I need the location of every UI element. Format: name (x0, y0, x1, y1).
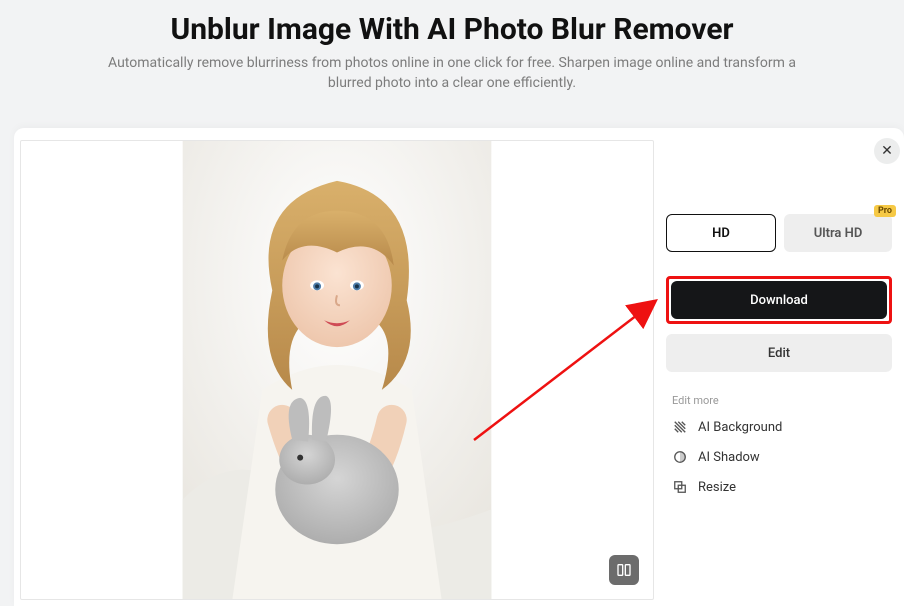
preview-image (182, 141, 492, 599)
compare-icon (616, 562, 632, 578)
quality-ultra-hd-button[interactable]: Ultra HD Pro (784, 214, 892, 252)
quality-hd-label: HD (712, 226, 730, 241)
download-label: Download (750, 293, 808, 308)
side-panel: HD Ultra HD Pro Download Edit Edit more (654, 128, 904, 606)
edit-button[interactable]: Edit (666, 334, 892, 372)
close-button[interactable]: ✕ (874, 138, 900, 164)
page-subtitle: Automatically remove blurriness from pho… (102, 53, 802, 94)
editor-modal: HD Ultra HD Pro Download Edit Edit more (14, 128, 904, 606)
resize-icon (672, 479, 688, 495)
quality-uhd-label: Ultra HD (814, 226, 863, 241)
tool-resize[interactable]: Resize (672, 479, 892, 495)
edit-label: Edit (768, 346, 790, 361)
close-icon: ✕ (881, 143, 893, 159)
preview-image-frame (20, 140, 654, 600)
preview-pane (20, 140, 654, 606)
page-header: Unblur Image With AI Photo Blur Remover … (0, 0, 904, 94)
grid-icon (672, 419, 688, 435)
tool-label: AI Background (698, 420, 782, 435)
pro-badge: Pro (874, 205, 896, 217)
download-highlight: Download (666, 276, 892, 324)
download-button[interactable]: Download (671, 281, 887, 319)
tool-label: Resize (698, 480, 736, 495)
tool-ai-shadow[interactable]: AI Shadow (672, 449, 892, 465)
tool-ai-background[interactable]: AI Background (672, 419, 892, 435)
tool-label: AI Shadow (698, 450, 760, 465)
edit-more-heading: Edit more (672, 394, 892, 407)
quality-selector: HD Ultra HD Pro (666, 214, 892, 252)
compare-button[interactable] (609, 555, 639, 585)
page-title: Unblur Image With AI Photo Blur Remover (0, 12, 904, 47)
shadow-icon (672, 449, 688, 465)
quality-hd-button[interactable]: HD (666, 214, 776, 252)
